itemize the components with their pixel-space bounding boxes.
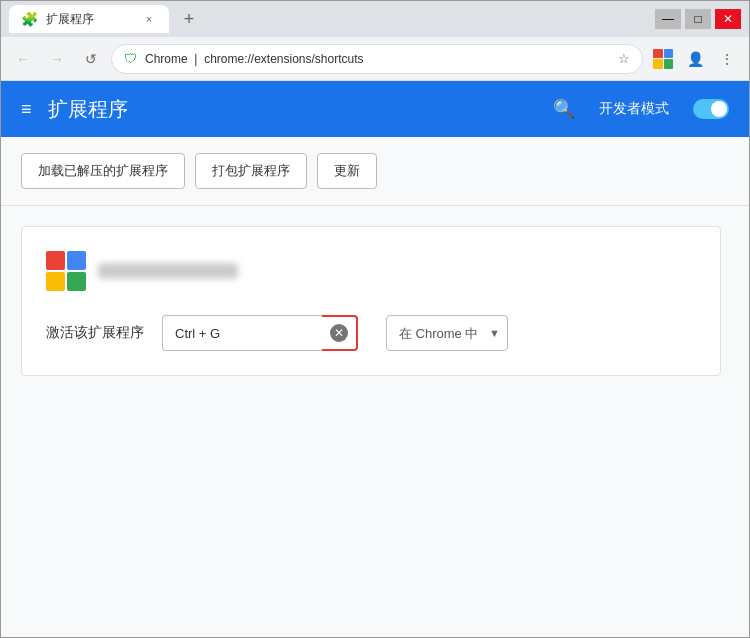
google-apps-icon[interactable] bbox=[649, 45, 677, 73]
url-prefix: Chrome | chrome://extensions/shortcuts bbox=[145, 52, 610, 66]
menu-icon[interactable]: ⋮ bbox=[713, 45, 741, 73]
addressbar: ← → ↺ 🛡 Chrome | chrome://extensions/sho… bbox=[1, 37, 749, 81]
extensions-content: 激活该扩展程序 Ctrl + G ✕ 在 Chrome bbox=[1, 206, 749, 637]
address-bar-input[interactable]: 🛡 Chrome | chrome://extensions/shortcuts… bbox=[111, 44, 643, 74]
titlebar: 🧩 扩展程序 × + — □ ✕ bbox=[1, 1, 749, 37]
update-button[interactable]: 更新 bbox=[317, 153, 377, 189]
tab-title: 扩展程序 bbox=[46, 11, 133, 28]
logo-red bbox=[46, 251, 65, 270]
toggle-knob bbox=[711, 101, 727, 117]
extension-card: 激活该扩展程序 Ctrl + G ✕ 在 Chrome bbox=[21, 226, 721, 376]
hamburger-icon[interactable]: ≡ bbox=[21, 99, 32, 120]
forward-button[interactable]: → bbox=[43, 45, 71, 73]
new-tab-button[interactable]: + bbox=[175, 5, 203, 33]
browser-window: 🧩 扩展程序 × + — □ ✕ ← → ↺ 🛡 Chrome | chrome… bbox=[0, 0, 750, 638]
maximize-button[interactable]: □ bbox=[685, 9, 711, 29]
scope-wrapper: 在 Chrome 中 全局 ▼ bbox=[374, 315, 508, 351]
load-unpacked-button[interactable]: 加载已解压的扩展程序 bbox=[21, 153, 185, 189]
window-controls: — □ ✕ bbox=[655, 9, 741, 29]
back-icon: ← bbox=[16, 51, 30, 67]
bookmark-icon[interactable]: ☆ bbox=[618, 51, 630, 66]
logo-green bbox=[67, 272, 86, 291]
active-tab[interactable]: 🧩 扩展程序 × bbox=[9, 5, 169, 33]
shield-icon: 🛡 bbox=[124, 51, 137, 66]
logo-blue bbox=[67, 251, 86, 270]
shortcut-row: 激活该扩展程序 Ctrl + G ✕ 在 Chrome bbox=[46, 315, 696, 351]
tab-extension-icon: 🧩 bbox=[21, 11, 38, 27]
dev-mode-toggle[interactable] bbox=[693, 99, 729, 119]
extension-name bbox=[98, 263, 238, 279]
minimize-button[interactable]: — bbox=[655, 9, 681, 29]
browser-content: ≡ 扩展程序 🔍 开发者模式 加载已解压的扩展程序 打包扩展程序 更新 bbox=[1, 81, 749, 637]
extensions-header: ≡ 扩展程序 🔍 开发者模式 bbox=[1, 81, 749, 137]
scope-select[interactable]: 在 Chrome 中 全局 bbox=[386, 315, 508, 351]
search-button[interactable]: 🔍 bbox=[553, 98, 575, 120]
close-button[interactable]: ✕ bbox=[715, 9, 741, 29]
shortcut-clear-button[interactable]: ✕ bbox=[322, 315, 358, 351]
logo-yellow bbox=[46, 272, 65, 291]
toolbar-icons: 👤 ⋮ bbox=[649, 45, 741, 73]
clear-icon: ✕ bbox=[330, 324, 348, 342]
back-button[interactable]: ← bbox=[9, 45, 37, 73]
page-title: 扩展程序 bbox=[48, 96, 128, 123]
extension-toolbar: 加载已解压的扩展程序 打包扩展程序 更新 bbox=[1, 137, 749, 206]
extension-card-header bbox=[46, 251, 696, 291]
tab-close-button[interactable]: × bbox=[141, 11, 157, 27]
shortcut-input-wrapper: Ctrl + G ✕ bbox=[162, 315, 358, 351]
shortcut-label: 激活该扩展程序 bbox=[46, 324, 146, 342]
extension-logo bbox=[46, 251, 86, 291]
profile-icon[interactable]: 👤 bbox=[681, 45, 709, 73]
pack-extension-button[interactable]: 打包扩展程序 bbox=[195, 153, 307, 189]
reload-button[interactable]: ↺ bbox=[77, 45, 105, 73]
reload-icon: ↺ bbox=[85, 51, 97, 67]
shortcut-input[interactable]: Ctrl + G bbox=[162, 315, 322, 351]
dev-mode-label: 开发者模式 bbox=[599, 100, 669, 118]
forward-icon: → bbox=[50, 51, 64, 67]
